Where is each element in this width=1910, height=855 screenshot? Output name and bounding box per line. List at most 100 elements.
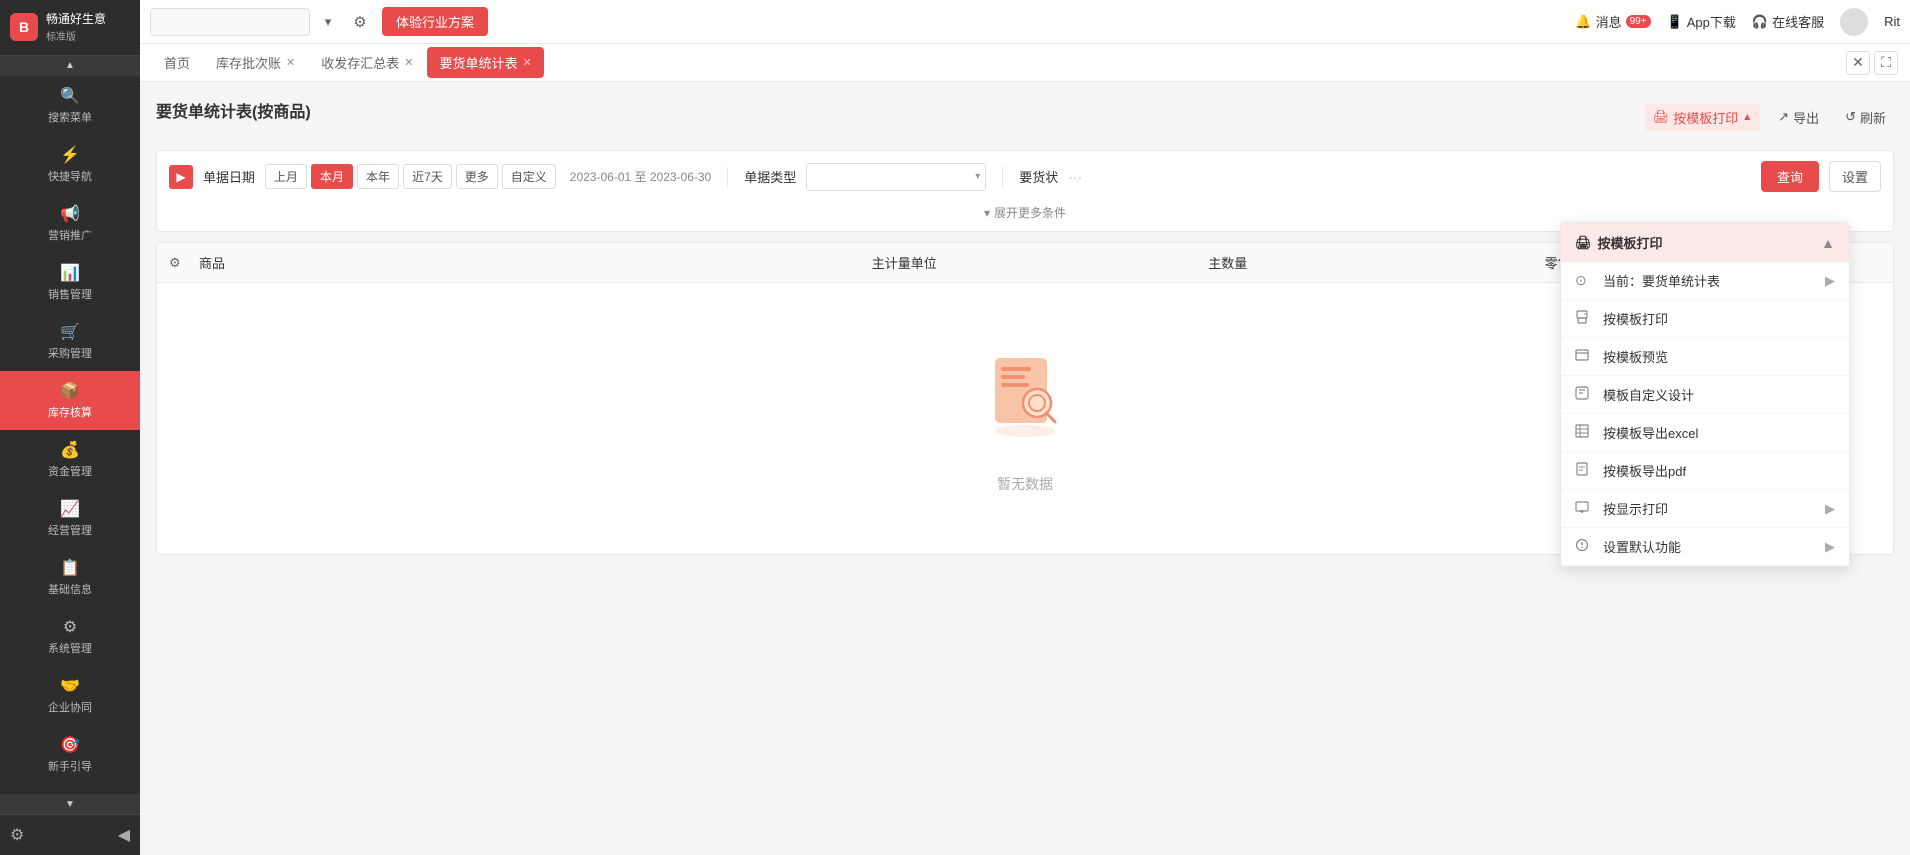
topbar: ▾ ⚙ 体验行业方案 🔔 消息 99+ 📱 App下载 🎧 在线客服 Rit	[140, 0, 1910, 44]
message-btn[interactable]: 🔔 消息 99+	[1575, 12, 1650, 31]
topbar-right: 🔔 消息 99+ 📱 App下载 🎧 在线客服 Rit	[1575, 8, 1900, 36]
preview-icon	[1575, 348, 1593, 365]
sidebar-item-guide[interactable]: 🎯 新手引导	[0, 725, 140, 784]
sidebar-item-finance[interactable]: 💰 资金管理	[0, 430, 140, 489]
sidebar-scroll-up[interactable]: ▲	[0, 56, 140, 76]
tab-receipts-summary-close[interactable]: ✕	[404, 56, 413, 69]
design-icon	[1575, 386, 1593, 403]
print-template-btn[interactable]: 🖨 按模板打印 ▲	[1645, 104, 1760, 131]
handshake-icon: 🤝	[60, 676, 80, 696]
export-btn[interactable]: ↗ 导出	[1770, 104, 1827, 131]
sidebar-bottom-bar: ⚙ ◀	[0, 814, 140, 855]
print-template-pdf-item[interactable]: 按模板导出pdf	[1561, 452, 1849, 490]
date-btn-custom[interactable]: 自定义	[502, 164, 556, 189]
box-icon: 📦	[60, 381, 80, 401]
user-avatar[interactable]	[1840, 8, 1868, 36]
print-template-preview-item[interactable]: 按模板预览	[1561, 338, 1849, 376]
tab-close-all-btn[interactable]: ✕	[1846, 51, 1870, 75]
tab-order-stats-close[interactable]: ✕	[523, 56, 532, 69]
tab-inventory-batch[interactable]: 库存批次账 ✕	[204, 47, 307, 78]
sidebar-item-system[interactable]: ⚙ 系统管理	[0, 607, 140, 666]
tab-inventory-batch-close[interactable]: ✕	[286, 56, 295, 69]
topbar-search-input[interactable]	[150, 8, 310, 36]
sidebar-item-inventory[interactable]: 📦 库存核算	[0, 371, 140, 430]
chevron-right-default: ▶	[1825, 539, 1835, 555]
sidebar-item-search[interactable]: 🔍 搜索菜单	[0, 76, 140, 135]
date-btn-more[interactable]: 更多	[456, 164, 498, 189]
print-template-excel-item[interactable]: 按模板导出excel	[1561, 414, 1849, 452]
date-btn-this-month[interactable]: 本月	[311, 164, 353, 189]
refresh-btn[interactable]: ↺ 刷新	[1837, 104, 1894, 131]
sidebar-item-sales[interactable]: 📊 销售管理	[0, 253, 140, 312]
date-btn-last-month[interactable]: 上月	[265, 164, 307, 189]
message-badge: 99+	[1626, 15, 1651, 28]
tab-inventory-batch-label: 库存批次账	[216, 53, 281, 72]
print-template-preview-label: 按模板预览	[1603, 347, 1668, 366]
date-filter-buttons: 上月 本月 本年 近7天 更多 自定义	[265, 164, 556, 189]
sidebar-item-collab[interactable]: 🤝 企业协同	[0, 666, 140, 725]
sidebar-item-basic[interactable]: 📋 基础信息	[0, 548, 140, 607]
chevron-down-expand-icon: ▾	[984, 206, 990, 220]
tab-fullscreen-btn[interactable]: ⛶	[1874, 51, 1898, 75]
default-func-icon	[1575, 538, 1593, 555]
print-template-print-item[interactable]: 按模板打印	[1561, 300, 1849, 338]
print-current-template[interactable]: ⊙ 当前：要货单统计表 ▶	[1561, 262, 1849, 300]
sidebar-item-purchase[interactable]: 🛒 采购管理	[0, 312, 140, 371]
settings-icon[interactable]: ⚙	[10, 825, 24, 845]
settings-btn[interactable]: 设置	[1829, 161, 1881, 192]
tab-receipts-summary-label: 收发存汇总表	[321, 53, 399, 72]
type-filter-select-wrap: ▾	[806, 163, 986, 191]
clipboard-icon: 📋	[60, 558, 80, 578]
search-dropdown-btn[interactable]: ▾	[318, 8, 338, 36]
tab-order-stats[interactable]: 要货单统计表 ✕	[427, 47, 543, 78]
main-area: ▾ ⚙ 体验行业方案 🔔 消息 99+ 📱 App下载 🎧 在线客服 Rit	[140, 0, 1910, 855]
print-dropdown-close-btn[interactable]: ▲	[1821, 235, 1835, 251]
print-template-label: 按模板打印	[1673, 108, 1738, 127]
tab-receipts-summary[interactable]: 收发存汇总表 ✕	[309, 47, 425, 78]
date-range-display: 2023-06-01 至 2023-06-30	[570, 168, 711, 185]
print-icon	[1575, 310, 1593, 327]
export-icon: ↗	[1778, 109, 1789, 125]
date-btn-this-year[interactable]: 本年	[357, 164, 399, 189]
pdf-icon	[1575, 462, 1593, 479]
default-func-item[interactable]: 设置默认功能 ▶	[1561, 528, 1849, 566]
date-filter-label: 单据日期	[203, 167, 255, 186]
sidebar-item-apps[interactable]: 🔲 应用中心	[0, 784, 140, 794]
print-template-design-item[interactable]: 模板自定义设计	[1561, 376, 1849, 414]
type-filter-select[interactable]	[806, 163, 986, 191]
trial-btn[interactable]: 体验行业方案	[382, 7, 488, 36]
query-btn[interactable]: 查询	[1761, 161, 1819, 192]
chevron-right-icon: ▶	[176, 170, 185, 184]
collapse-icon[interactable]: ◀	[118, 825, 130, 845]
expand-more-row: ▾ 展开更多条件	[169, 198, 1881, 221]
default-func-label: 设置默认功能	[1603, 537, 1681, 556]
tab-home[interactable]: 首页	[152, 47, 202, 78]
sidebar-item-basic-label: 基础信息	[48, 581, 92, 597]
filter-row-date: ▶ 单据日期 上月 本月 本年 近7天 更多 自定义 2023-06-01 至 …	[169, 161, 1881, 192]
online-service-btn[interactable]: 🎧 在线客服	[1752, 12, 1824, 31]
megaphone-icon: 📢	[60, 204, 80, 224]
print-template-design-label: 模板自定义设计	[1603, 385, 1694, 404]
sidebar-scroll-down[interactable]: ▼	[0, 794, 140, 814]
sidebar-item-operation[interactable]: 📈 经营管理	[0, 489, 140, 548]
column-settings-icon[interactable]: ⚙	[169, 255, 199, 271]
app-download-btn[interactable]: 📱 App下载	[1667, 12, 1736, 31]
chevron-down-icon: ▼	[65, 799, 75, 810]
radio-icon: ⊙	[1575, 272, 1593, 289]
print-dropdown-menu: 🖨 按模板打印 ▲ ⊙ 当前：要货单统计表 ▶ 按模板打印	[1560, 222, 1850, 567]
refresh-icon: ↺	[1845, 109, 1856, 125]
sidebar-item-quick-nav[interactable]: ⚡ 快捷导航	[0, 135, 140, 194]
display-print-item[interactable]: 按显示打印 ▶	[1561, 490, 1849, 528]
expand-more-btn[interactable]: ▾ 展开更多条件	[984, 204, 1066, 221]
topbar-gear-btn[interactable]: ⚙	[346, 8, 374, 36]
print-dropdown-title: 🖨 按模板打印	[1575, 233, 1663, 252]
printer-icon: 🖨	[1653, 109, 1670, 125]
sidebar-logo: B 畅通好生意 标准版	[0, 0, 140, 56]
print-dropdown-header[interactable]: 🖨 按模板打印 ▲	[1561, 223, 1849, 262]
date-btn-7days[interactable]: 近7天	[403, 164, 452, 189]
empty-text: 暂无数据	[997, 474, 1053, 494]
filter-expand-icon[interactable]: ▶	[169, 165, 193, 189]
more-options-icon[interactable]: ···	[1068, 169, 1082, 185]
sidebar-item-marketing[interactable]: 📢 营销推广	[0, 194, 140, 253]
chevron-up-icon: ▲	[65, 60, 75, 71]
